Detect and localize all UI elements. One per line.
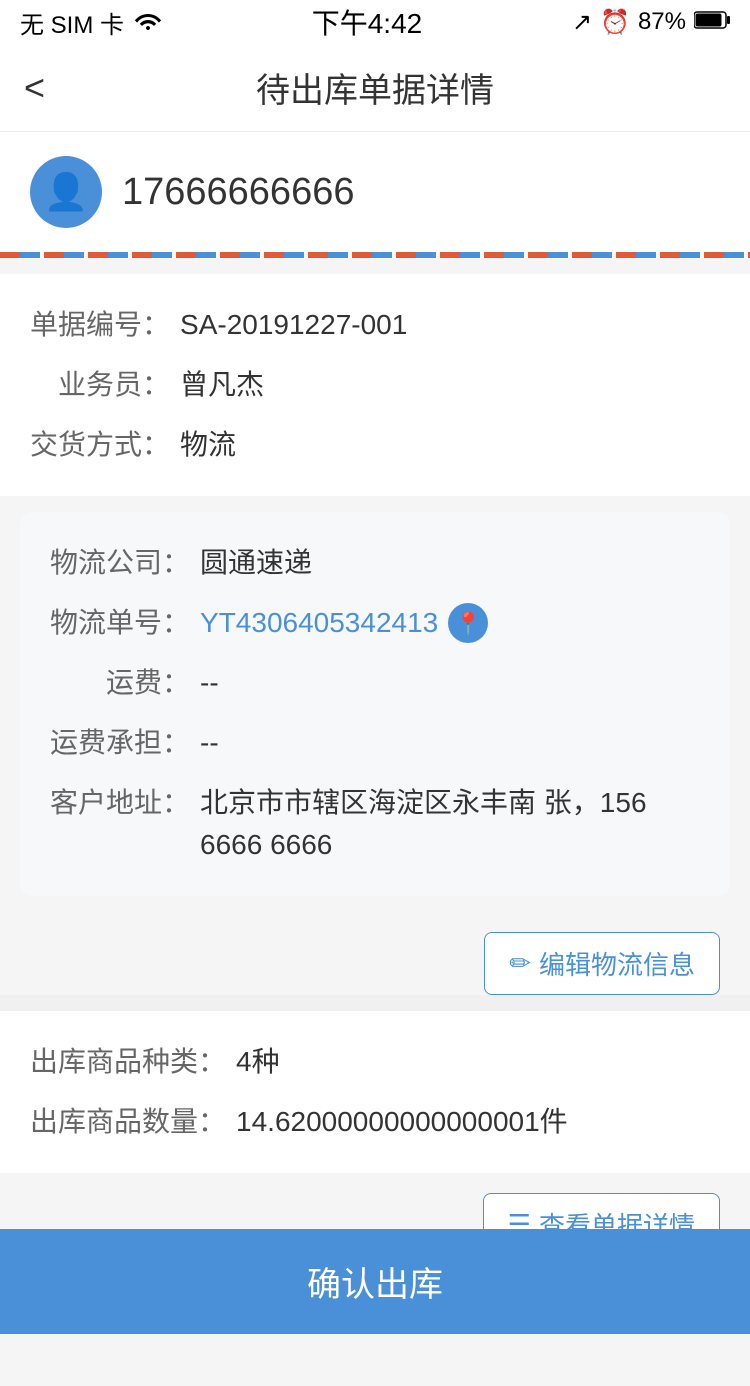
goods-type-label: 出库商品种类： — [30, 1041, 226, 1083]
tracking-number-value: YT4306405342413 📍 — [200, 602, 700, 644]
avatar: 👤 — [30, 156, 102, 228]
back-button[interactable]: < — [24, 67, 45, 109]
freight-bearer-value: -- — [200, 722, 700, 764]
customer-address-row: 客户地址： 北京市市辖区海淀区永丰南 张，156 6666 6666 — [50, 782, 700, 866]
goods-type-value: 4种 — [236, 1041, 720, 1083]
delivery-method-label: 交货方式： — [30, 424, 170, 466]
battery-label: 87% — [638, 8, 686, 36]
dashed-divider — [0, 252, 750, 258]
freight-bearer-row: 运费承担： -- — [50, 722, 700, 764]
freight-label: 运费： — [50, 662, 190, 704]
confirm-outbound-button[interactable]: 确认出库 — [0, 1257, 750, 1306]
document-number-value: SA-20191227-001 — [180, 304, 720, 346]
freight-value: -- — [200, 662, 700, 704]
page-title: 待出库单据详情 — [256, 63, 494, 112]
goods-quantity-row: 出库商品数量： 14.62000000000000001件 — [30, 1101, 720, 1143]
section-divider-1 — [0, 995, 750, 1011]
tracking-number-row: 物流单号： YT4306405342413 📍 — [50, 602, 700, 644]
salesman-label: 业务员： — [30, 364, 170, 406]
freight-row: 运费： -- — [50, 662, 700, 704]
salesman-value: 曾凡杰 — [180, 364, 720, 406]
status-time: 下午4:42 — [312, 2, 423, 42]
goods-quantity-label: 出库商品数量： — [30, 1101, 226, 1143]
confirm-area: 确认出库 — [0, 1229, 750, 1334]
logistics-company-row: 物流公司： 圆通速递 — [50, 542, 700, 584]
avatar-icon: 👤 — [44, 171, 89, 213]
delivery-method-row: 交货方式： 物流 — [30, 424, 720, 466]
status-left: 无 SIM 卡 — [20, 5, 162, 40]
customer-address-value: 北京市市辖区海淀区永丰南 张，156 6666 6666 — [200, 782, 700, 866]
goods-quantity-value: 14.62000000000000001件 — [236, 1101, 720, 1143]
salesman-row: 业务员： 曾凡杰 — [30, 364, 720, 406]
logistics-company-label: 物流公司： — [50, 542, 190, 584]
battery-icon — [694, 8, 730, 36]
document-number-row: 单据编号： SA-20191227-001 — [30, 304, 720, 346]
goods-section: 出库商品种类： 4种 出库商品数量： 14.62000000000000001件 — [0, 1011, 750, 1173]
customer-header: 👤 17666666666 — [0, 132, 750, 252]
document-number-label: 单据编号： — [30, 304, 170, 346]
nav-bar: < 待出库单据详情 — [0, 44, 750, 132]
edit-icon: ✏ — [509, 948, 531, 979]
goods-type-row: 出库商品种类： 4种 — [30, 1041, 720, 1083]
carrier-label: 无 SIM 卡 — [20, 5, 124, 40]
status-right: ↗ ⏰ 87% — [572, 8, 730, 37]
location-status-icon: ↗ — [572, 8, 592, 37]
freight-bearer-label: 运费承担： — [50, 722, 190, 764]
order-info-section: 单据编号： SA-20191227-001 业务员： 曾凡杰 交货方式： 物流 — [0, 274, 750, 496]
edit-logistics-container: ✏ 编辑物流信息 — [0, 912, 750, 995]
delivery-method-value: 物流 — [180, 424, 720, 466]
edit-logistics-button[interactable]: ✏ 编辑物流信息 — [484, 932, 720, 995]
status-bar: 无 SIM 卡 下午4:42 ↗ ⏰ 87% — [0, 0, 750, 44]
map-location-icon[interactable]: 📍 — [448, 603, 488, 643]
logistics-section: 物流公司： 圆通速递 物流单号： YT4306405342413 📍 运费： -… — [20, 512, 730, 896]
tracking-number-label: 物流单号： — [50, 602, 190, 644]
customer-address-label: 客户地址： — [50, 782, 190, 824]
logistics-company-value: 圆通速递 — [200, 542, 700, 584]
customer-phone: 17666666666 — [122, 171, 354, 214]
wifi-icon — [134, 8, 162, 37]
alarm-icon: ⏰ — [600, 8, 630, 37]
edit-logistics-label: 编辑物流信息 — [539, 945, 695, 982]
